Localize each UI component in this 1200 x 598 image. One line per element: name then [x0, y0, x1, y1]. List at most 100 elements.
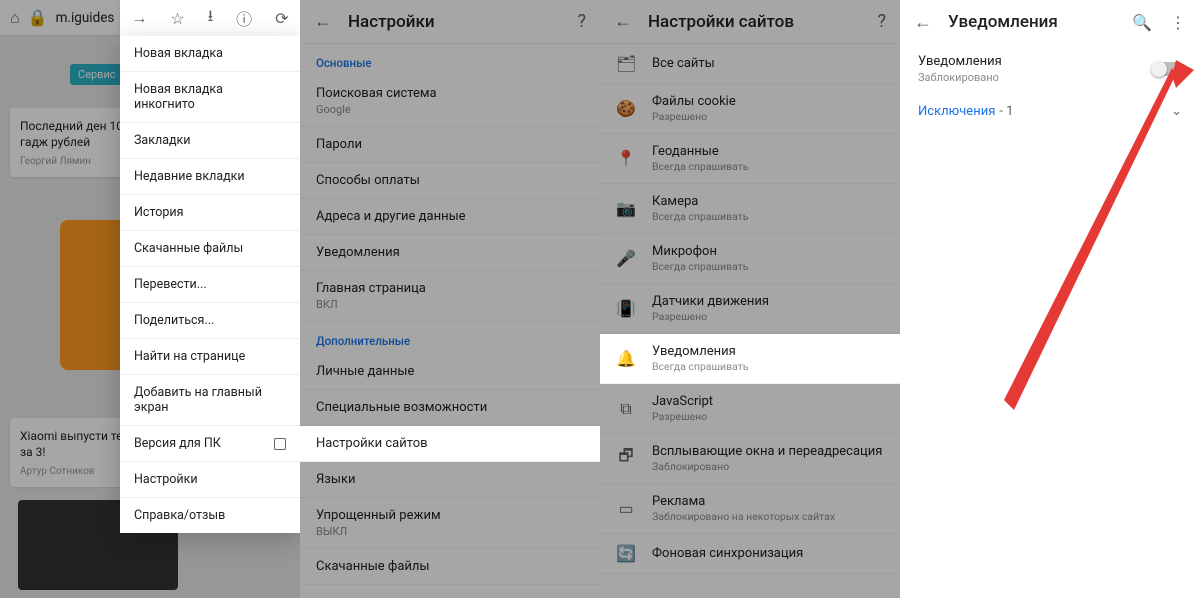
row-label: Микрофон: [652, 244, 749, 259]
row-label: Пароли: [316, 137, 584, 152]
menu-label: История: [134, 205, 183, 220]
help-icon[interactable]: ?: [877, 11, 886, 32]
menu-label: Новая вкладка инкогнито: [134, 82, 286, 112]
row-ads[interactable]: ▭ РекламаЗаблокировано на некоторых сайт…: [600, 484, 900, 534]
back-icon[interactable]: ←: [614, 11, 632, 32]
search-icon[interactable]: 🔍: [1132, 13, 1152, 32]
row-all-sites[interactable]: 🗂 Все сайты: [600, 44, 900, 84]
menu-translate[interactable]: Перевести...: [120, 267, 300, 303]
menu-new-tab[interactable]: Новая вкладка: [120, 36, 300, 72]
row-search-engine[interactable]: Поисковая система Google: [300, 76, 600, 127]
row-sub: Всегда спрашивать: [652, 360, 749, 373]
back-icon[interactable]: ←: [914, 12, 932, 33]
home-icon[interactable]: ⌂: [10, 8, 20, 28]
download-icon[interactable]: ⭳: [208, 5, 214, 32]
menu-label: Настройки: [134, 472, 198, 487]
badge-icon: 🗂: [616, 54, 636, 73]
menu-label: Версия для ПК: [134, 436, 221, 451]
forward-icon[interactable]: →: [131, 8, 147, 28]
row-label: Специальные возможности: [316, 400, 584, 415]
menu-settings[interactable]: Настройки: [120, 462, 300, 498]
menu-add-home[interactable]: Добавить на главный экран: [120, 375, 300, 426]
site-settings-header: ← Настройки сайтов ?: [600, 0, 900, 44]
row-location[interactable]: 📍 ГеоданныеВсегда спрашивать: [600, 134, 900, 184]
row-label: Главная страница: [316, 281, 584, 296]
row-cookies[interactable]: 🍪 Файлы cookieРазрешено: [600, 84, 900, 134]
row-payment[interactable]: Способы оплаты: [300, 163, 600, 199]
back-icon[interactable]: ←: [314, 11, 332, 32]
popup-icon: 🗗: [616, 445, 636, 472]
row-passwords[interactable]: Пароли: [300, 127, 600, 163]
row-site-settings[interactable]: Настройки сайтов: [300, 426, 600, 462]
notifications-toggle-row: Уведомления Заблокировано: [900, 44, 1200, 96]
more-icon[interactable]: ⋮: [1170, 13, 1186, 32]
menu-desktop-version[interactable]: Версия для ПК: [120, 426, 300, 462]
row-downloads[interactable]: Скачанные файлы: [300, 549, 600, 585]
service-badge: Сервис: [70, 64, 124, 85]
sync-icon: 🔄: [616, 544, 636, 563]
page-title: Настройки: [348, 12, 561, 32]
menu-label: Недавние вкладки: [134, 169, 245, 184]
row-label: Скачанные файлы: [316, 559, 584, 574]
help-icon[interactable]: ?: [577, 11, 586, 32]
panel-settings: ← Настройки ? Основные Поисковая система…: [300, 0, 600, 598]
camera-icon: 📷: [616, 199, 636, 218]
row-javascript[interactable]: ⧉ JavaScriptРазрешено: [600, 384, 900, 434]
javascript-icon: ⧉: [616, 399, 636, 419]
checkbox-icon[interactable]: [274, 438, 286, 450]
row-label: Способы оплаты: [316, 173, 584, 188]
microphone-icon: 🎤: [616, 249, 636, 268]
row-label: Камера: [652, 194, 749, 209]
menu-label: Перевести...: [134, 277, 207, 292]
menu-find[interactable]: Найти на странице: [120, 339, 300, 375]
row-personal[interactable]: Личные данные: [300, 354, 600, 390]
menu-label: Закладки: [134, 133, 191, 148]
row-label: Всплывающие окна и переадресация: [652, 444, 882, 459]
star-icon[interactable]: ☆: [170, 9, 184, 28]
row-motion[interactable]: 📳 Датчики движенияРазрешено: [600, 284, 900, 334]
row-addresses[interactable]: Адреса и другие данные: [300, 199, 600, 235]
menu-share[interactable]: Поделиться...: [120, 303, 300, 339]
row-label: Настройки сайтов: [316, 436, 584, 451]
menu-history[interactable]: История: [120, 195, 300, 231]
row-popups[interactable]: 🗗 Всплывающие окна и переадресацияЗаблок…: [600, 434, 900, 484]
page-title: Уведомления: [948, 12, 1116, 32]
row-label: Файлы cookie: [652, 94, 736, 109]
row-microphone[interactable]: 🎤 МикрофонВсегда спрашивать: [600, 234, 900, 284]
row-notifications[interactable]: Уведомления: [300, 235, 600, 271]
row-sub: ВКЛ: [316, 298, 584, 311]
row-label: JavaScript: [652, 394, 713, 409]
exceptions-row[interactable]: Исключения - 1 ⌄: [900, 96, 1200, 127]
row-notifications[interactable]: 🔔 УведомленияВсегда спрашивать: [600, 334, 900, 384]
row-label: Языки: [316, 472, 584, 487]
notifications-header: ← Уведомления 🔍 ⋮: [900, 0, 1200, 44]
row-background-sync[interactable]: 🔄 Фоновая синхронизация: [600, 534, 900, 574]
row-camera[interactable]: 📷 КамераВсегда спрашивать: [600, 184, 900, 234]
menu-bookmarks[interactable]: Закладки: [120, 123, 300, 159]
menu-label: Скачанные файлы: [134, 241, 243, 256]
row-accessibility[interactable]: Специальные возможности: [300, 390, 600, 426]
row-home-page[interactable]: Главная страница ВКЛ: [300, 271, 600, 322]
row-simplified[interactable]: Упрощенный режим ВЫКЛ: [300, 498, 600, 549]
row-sub: Разрешено: [652, 310, 769, 323]
notif-label: Уведомления: [918, 54, 1152, 69]
row-label: Личные данные: [316, 364, 584, 379]
panel-site-settings: ← Настройки сайтов ? 🗂 Все сайты 🍪 Файлы…: [600, 0, 900, 598]
bell-icon: 🔔: [616, 349, 636, 368]
menu-help[interactable]: Справка/отзыв: [120, 498, 300, 533]
info-icon[interactable]: ⓘ: [236, 6, 252, 30]
row-sub: Заблокировано: [652, 460, 882, 473]
location-icon: 📍: [616, 149, 636, 168]
menu-new-incognito[interactable]: Новая вкладка инкогнито: [120, 72, 300, 123]
browser-menu: Новая вкладка Новая вкладка инкогнито За…: [120, 36, 300, 533]
row-label: Адреса и другие данные: [316, 209, 584, 224]
menu-downloads[interactable]: Скачанные файлы: [120, 231, 300, 267]
row-languages[interactable]: Языки: [300, 462, 600, 498]
reload-icon[interactable]: ⟳: [275, 9, 288, 28]
notifications-toggle[interactable]: [1152, 62, 1182, 76]
panel-notifications: ← Уведомления 🔍 ⋮ Уведомления Заблокиров…: [900, 0, 1200, 598]
row-sub: ВЫКЛ: [316, 525, 584, 538]
menu-recent-tabs[interactable]: Недавние вкладки: [120, 159, 300, 195]
cookie-icon: 🍪: [616, 99, 636, 118]
exceptions-count: - 1: [999, 104, 1013, 119]
